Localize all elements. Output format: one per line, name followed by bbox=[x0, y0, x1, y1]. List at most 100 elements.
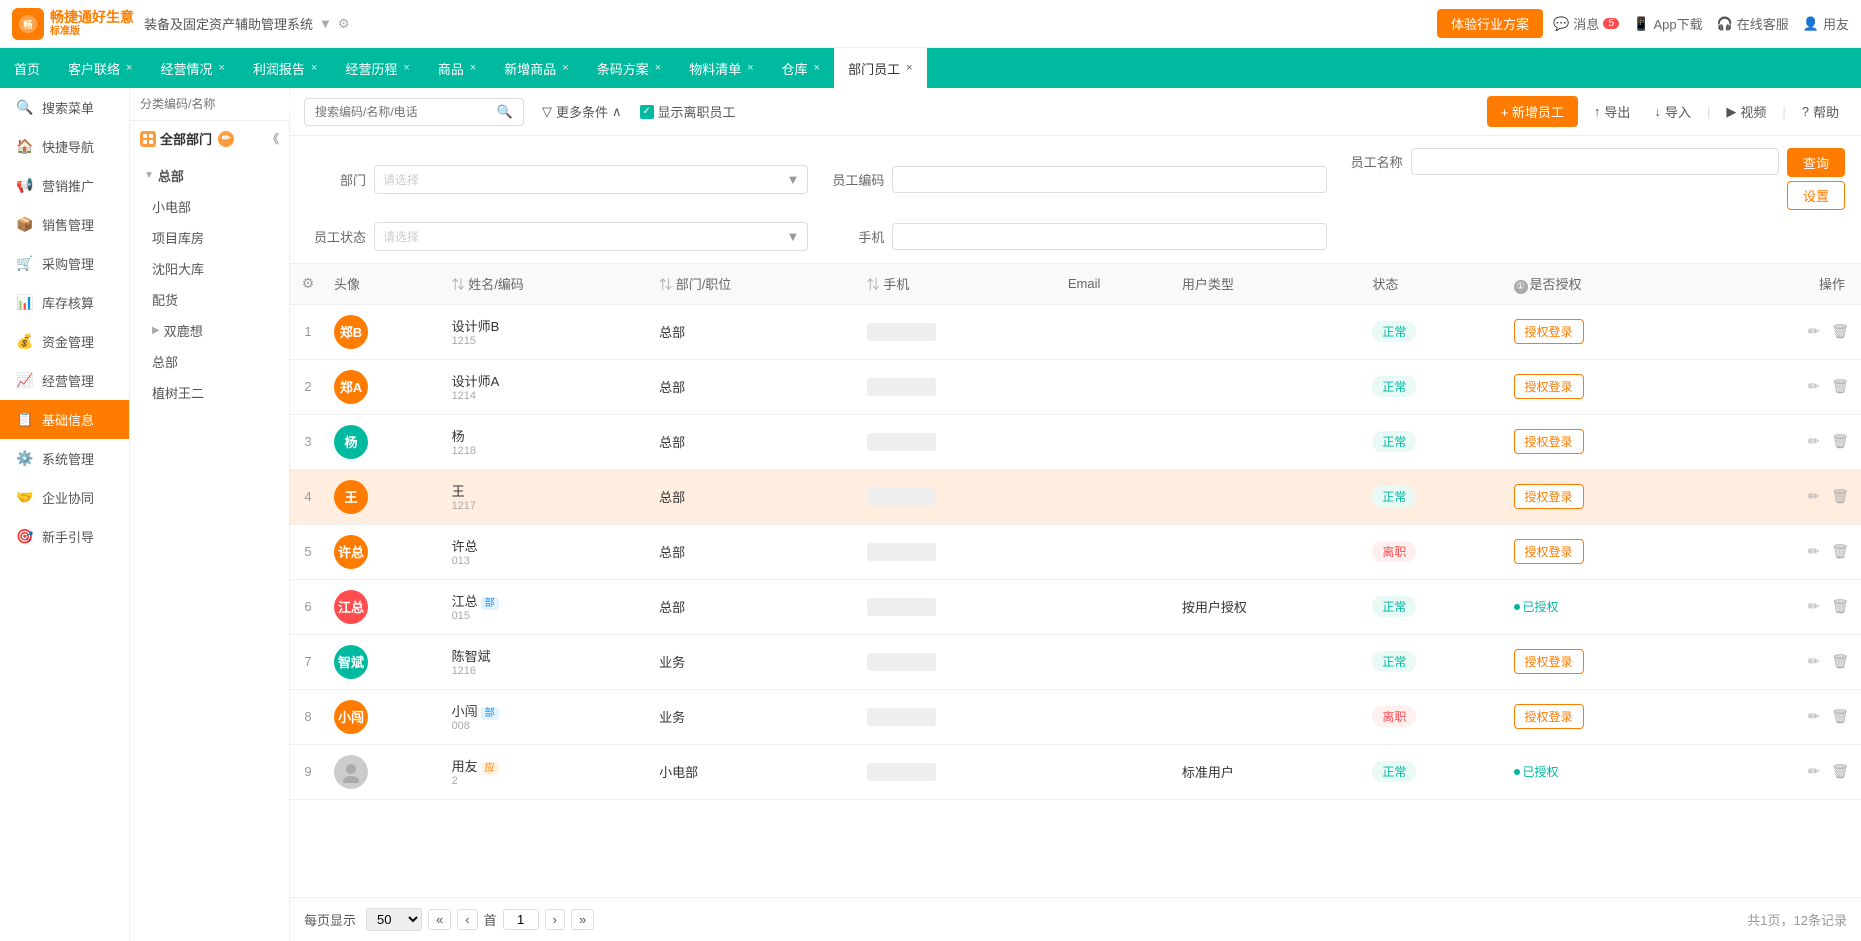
settings-icon[interactable]: ⚙ bbox=[338, 16, 350, 32]
settings-icon[interactable]: ⚙ bbox=[302, 275, 315, 291]
nav-item-利润报告[interactable]: 利润报告× bbox=[239, 48, 331, 88]
auth-login-button[interactable]: 授权登录 bbox=[1514, 484, 1584, 509]
nav-close-icon[interactable]: × bbox=[311, 62, 317, 74]
nav-item-首页[interactable]: 首页 bbox=[0, 48, 54, 88]
next-page-button[interactable]: › bbox=[545, 909, 565, 930]
edit-button[interactable]: ✏ bbox=[1804, 651, 1824, 672]
auth-login-button[interactable]: 授权登录 bbox=[1514, 374, 1584, 399]
sidebar-item-搜索菜单[interactable]: 🔍搜索菜单 bbox=[0, 88, 129, 127]
sidebar-item-资金管理[interactable]: 💰资金管理 bbox=[0, 322, 129, 361]
sidebar-item-经营管理[interactable]: 📈经营管理 bbox=[0, 361, 129, 400]
dept-node-shuanglu[interactable]: ▶ 双鹿想 bbox=[130, 315, 289, 346]
edit-button[interactable]: ✏ bbox=[1804, 486, 1824, 507]
auth-login-button[interactable]: 授权登录 bbox=[1514, 319, 1584, 344]
query-button[interactable]: 查询 bbox=[1787, 148, 1845, 177]
show-resigned-checkbox[interactable]: ✓ 显示离职员工 bbox=[640, 102, 736, 121]
sidebar-item-营销推广[interactable]: 📢营销推广 bbox=[0, 166, 129, 205]
edit-button[interactable]: ✏ bbox=[1804, 596, 1824, 617]
add-employee-button[interactable]: + 新增员工 bbox=[1487, 96, 1578, 127]
all-dept-header[interactable]: 全部部门 ✏ 《 bbox=[130, 121, 289, 156]
nav-item-经营情况[interactable]: 经营情况× bbox=[146, 48, 238, 88]
auth-login-button[interactable]: 授权登录 bbox=[1514, 539, 1584, 564]
more-filter-button[interactable]: ▽ 更多条件 ∧ bbox=[534, 97, 630, 126]
nav-item-部门员工[interactable]: 部门员工× bbox=[834, 48, 926, 88]
delete-button[interactable]: 🗑 bbox=[1827, 596, 1853, 617]
message-button[interactable]: 💬 消息 5 bbox=[1553, 14, 1619, 33]
nav-item-物料清单[interactable]: 物料清单× bbox=[675, 48, 767, 88]
dept-node-xiaodian[interactable]: 小电部 bbox=[130, 191, 289, 222]
dept-edit-icon[interactable]: ✏ bbox=[218, 131, 234, 147]
delete-button[interactable]: 🗑 bbox=[1827, 541, 1853, 562]
edit-button[interactable]: ✏ bbox=[1804, 321, 1824, 342]
nav-close-icon[interactable]: × bbox=[126, 62, 132, 74]
auth-login-button[interactable]: 授权登录 bbox=[1514, 704, 1584, 729]
sidebar-item-新手引导[interactable]: 🎯新手引导 bbox=[0, 517, 129, 556]
dept-search-input[interactable] bbox=[140, 97, 295, 111]
trial-button[interactable]: 体验行业方案 bbox=[1437, 9, 1543, 38]
page-number-input[interactable] bbox=[503, 909, 539, 930]
dept-collapse-btn[interactable]: 《 bbox=[267, 130, 279, 147]
edit-button[interactable]: ✏ bbox=[1804, 541, 1824, 562]
search-icon[interactable]: 🔍 bbox=[497, 104, 513, 120]
delete-button[interactable]: 🗑 bbox=[1827, 651, 1853, 672]
filter-phone-label: 手机 bbox=[824, 227, 884, 246]
dept-node-zhishu[interactable]: 植树王二 bbox=[130, 377, 289, 408]
sidebar-item-库存核算[interactable]: 📊库存核算 bbox=[0, 283, 129, 322]
nav-close-icon[interactable]: × bbox=[814, 62, 820, 74]
user-avatar[interactable]: 👤 用友 bbox=[1803, 14, 1849, 33]
delete-button[interactable]: 🗑 bbox=[1827, 706, 1853, 727]
prev-page-button[interactable]: ‹ bbox=[457, 909, 477, 930]
dept-node-shenyang[interactable]: 沈阳大库 bbox=[130, 253, 289, 284]
nav-close-icon[interactable]: × bbox=[906, 62, 912, 74]
filter-empcode-input[interactable] bbox=[892, 166, 1326, 193]
online-service-button[interactable]: 🎧 在线客服 bbox=[1717, 14, 1789, 33]
filter-phone-input[interactable] bbox=[892, 223, 1326, 250]
sidebar-item-快捷导航[interactable]: 🏠快捷导航 bbox=[0, 127, 129, 166]
filter-empname-input[interactable] bbox=[1411, 148, 1779, 175]
app-download-button[interactable]: 📱 App下载 bbox=[1633, 14, 1702, 33]
auth-login-button[interactable]: 授权登录 bbox=[1514, 429, 1584, 454]
nav-item-仓库[interactable]: 仓库× bbox=[768, 48, 834, 88]
nav-item-条码方案[interactable]: 条码方案× bbox=[583, 48, 675, 88]
nav-close-icon[interactable]: × bbox=[403, 62, 409, 74]
edit-button[interactable]: ✏ bbox=[1804, 376, 1824, 397]
sidebar-item-企业协同[interactable]: 🤝企业协同 bbox=[0, 478, 129, 517]
sidebar-item-采购管理[interactable]: 🛒采购管理 bbox=[0, 244, 129, 283]
sidebar-item-销售管理[interactable]: 📦销售管理 bbox=[0, 205, 129, 244]
first-page-button[interactable]: « bbox=[428, 909, 451, 930]
page-size-select[interactable]: 50 100 bbox=[366, 908, 422, 931]
dept-node-zongbu[interactable]: 总部 bbox=[130, 346, 289, 377]
nav-close-icon[interactable]: × bbox=[470, 62, 476, 74]
dept-node-peihuo[interactable]: 配货 bbox=[130, 284, 289, 315]
dept-node-project[interactable]: 项目库房 bbox=[130, 222, 289, 253]
nav-close-icon[interactable]: × bbox=[562, 62, 568, 74]
delete-button[interactable]: 🗑 bbox=[1827, 486, 1853, 507]
nav-item-客户联络[interactable]: 客户联络× bbox=[54, 48, 146, 88]
delete-button[interactable]: 🗑 bbox=[1827, 376, 1853, 397]
import-button[interactable]: ↓ 导入 bbox=[1646, 97, 1699, 126]
edit-button[interactable]: ✏ bbox=[1804, 431, 1824, 452]
sidebar-item-系统管理[interactable]: ⚙️系统管理 bbox=[0, 439, 129, 478]
auth-login-button[interactable]: 授权登录 bbox=[1514, 649, 1584, 674]
delete-button[interactable]: 🗑 bbox=[1827, 321, 1853, 342]
edit-button[interactable]: ✏ bbox=[1804, 706, 1824, 727]
nav-close-icon[interactable]: × bbox=[747, 62, 753, 74]
sidebar-item-基础信息[interactable]: 📋基础信息 bbox=[0, 400, 129, 439]
filter-empstatus-select[interactable]: 请选择 ▼ bbox=[374, 222, 808, 251]
help-button[interactable]: ? 帮助 bbox=[1794, 97, 1847, 126]
export-button[interactable]: ↑ 导出 bbox=[1586, 97, 1639, 126]
search-input[interactable] bbox=[315, 105, 491, 119]
nav-item-商品[interactable]: 商品× bbox=[424, 48, 490, 88]
nav-close-icon[interactable]: × bbox=[655, 62, 661, 74]
nav-item-新增商品[interactable]: 新增商品× bbox=[490, 48, 582, 88]
delete-button[interactable]: 🗑 bbox=[1827, 761, 1853, 782]
nav-close-icon[interactable]: × bbox=[218, 62, 224, 74]
delete-button[interactable]: 🗑 bbox=[1827, 431, 1853, 452]
filter-dept-select[interactable]: 请选择 ▼ bbox=[374, 165, 808, 194]
last-page-button[interactable]: » bbox=[571, 909, 594, 930]
set-button[interactable]: 设置 bbox=[1787, 181, 1845, 210]
nav-item-经营历程[interactable]: 经营历程× bbox=[331, 48, 423, 88]
dept-node-headquarters[interactable]: ▼ 总部 bbox=[130, 160, 289, 191]
edit-button[interactable]: ✏ bbox=[1804, 761, 1824, 782]
video-button[interactable]: ▶ 视频 bbox=[1718, 97, 1774, 126]
